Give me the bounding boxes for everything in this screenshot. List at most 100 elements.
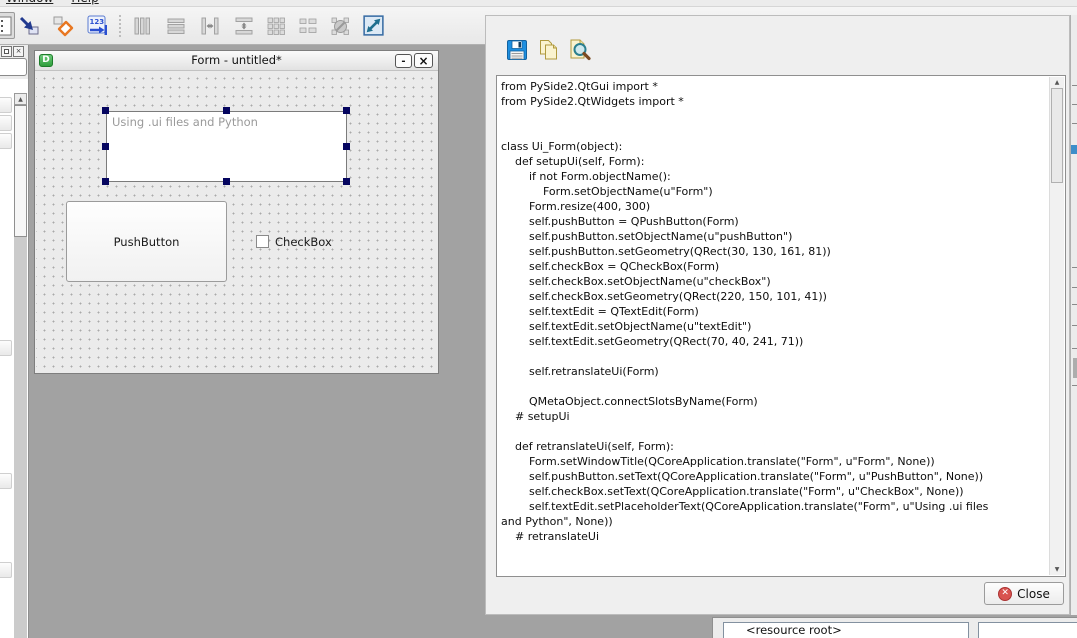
tree-branch-mark [1072,123,1077,124]
widget-box-panel: × ▲ [0,45,29,638]
break-layout-icon [328,14,352,38]
edit-widgets-button[interactable] [0,12,15,39]
scroll-up-button[interactable]: ▲ [1050,77,1064,88]
layout-splitter-vertical-icon [232,14,256,38]
list-item[interactable] [0,97,12,113]
list-item[interactable] [0,115,12,131]
find-code-button[interactable] [565,37,593,63]
break-layout-button [326,12,353,39]
menu-strip: Window Help [6,0,117,5]
float-icon [4,49,9,54]
tree-branch-mark [1072,325,1077,326]
selection-handle-n[interactable] [223,107,230,114]
list-item[interactable] [0,473,12,489]
close-button-label: Close [1017,587,1050,601]
triangle-down-icon: ▼ [1055,566,1060,573]
selection-handle-w[interactable] [102,143,109,150]
edit-buddies-button[interactable] [49,12,76,39]
layout-vertically-button [162,12,189,39]
tree-branch-mark [1072,348,1077,349]
tree-branch-mark [1072,304,1077,305]
adjust-size-icon [361,13,386,38]
layout-splitter-horizontal-button [196,12,223,39]
tree-branch-mark [1072,287,1077,288]
resource-root-label: <resource root> [746,623,842,637]
panel-float-button[interactable] [1,46,12,57]
tree-branch-mark [1072,385,1077,386]
selection-handle-nw[interactable] [102,107,109,114]
checkbox-label: CheckBox [275,235,332,249]
code-view[interactable]: from PySide2.QtGui import * from PySide2… [496,75,1066,577]
find-icon [566,38,592,62]
close-dialog-button[interactable]: ✕ Close [984,582,1064,605]
qt-designer-screen: Window Help 123 [0,0,1077,638]
copy-code-button[interactable] [535,37,563,63]
close-window-button[interactable]: × [414,53,433,68]
edit-tab-order-icon: 123 [85,14,109,38]
tree-branch-mark [1072,85,1077,86]
scroll-up-button[interactable]: ▲ [14,93,27,105]
layout-form-button [294,12,321,39]
scroll-down-button[interactable]: ▼ [1050,564,1064,575]
widget-filter-input[interactable] [0,58,27,76]
layout-horizontally-icon [130,14,154,38]
menu-help[interactable]: Help [71,0,98,5]
scrollbar-thumb[interactable] [14,105,27,237]
selection-handle-sw[interactable] [102,178,109,185]
textedit-widget[interactable]: Using .ui files and Python [106,111,347,182]
layout-grid-button [262,12,289,39]
resource-tree[interactable]: <resource root> [723,622,969,638]
resource-browser-window: <resource root> [712,617,1077,638]
textedit-placeholder: Using .ui files and Python [112,115,258,129]
code-text: from PySide2.QtGui import * from PySide2… [501,79,1047,574]
layout-form-icon [296,14,320,38]
list-item[interactable] [0,133,12,149]
edit-signals-slots-button[interactable] [15,12,42,39]
minimize-button[interactable]: - [395,54,412,68]
triangle-up-icon: ▲ [18,96,23,103]
save-code-button[interactable] [503,37,531,63]
layout-vertically-icon [164,14,188,38]
form-titlebar[interactable]: D Form - untitled* - × [35,51,438,71]
list-item[interactable] [0,340,12,356]
selection-handle-se[interactable] [343,178,350,185]
resource-detail-pane[interactable] [978,622,1077,638]
triangle-up-icon: ▲ [1055,79,1060,86]
menu-window[interactable]: Window [6,0,53,5]
edit-signals-slots-icon [17,14,41,38]
adjust-size-button[interactable] [360,12,387,39]
list-item[interactable] [0,562,12,578]
panel-scrollbar[interactable]: ▲ [14,93,27,638]
toolbar-separator [119,15,121,37]
form-window-title: Form - untitled* [35,53,438,67]
code-scrollbar[interactable]: ▲ ▼ [1049,77,1064,575]
menubar: Window Help [0,0,1077,7]
save-icon [505,38,529,62]
pushbutton-widget[interactable]: PushButton [66,201,227,282]
edit-buddies-icon [51,14,75,38]
panel-close-button[interactable]: × [13,46,24,57]
selection-handle-e[interactable] [343,143,350,150]
copy-icon [537,38,561,62]
layout-grid-icon [264,14,288,38]
code-preview-window: from PySide2.QtGui import * from PySide2… [485,15,1070,615]
edit-tab-order-button[interactable]: 123 [83,12,110,39]
layout-splitter-vertical-button [230,12,257,39]
layout-horizontally-button [128,12,155,39]
form-designer-window: D Form - untitled* - × Using .ui files a… [34,50,439,374]
selected-row-fragment [1071,145,1077,154]
form-canvas[interactable]: Using .ui files and Python PushButton Ch… [36,71,438,373]
selection-handle-s[interactable] [223,178,230,185]
edit-widgets-icon [0,14,14,38]
tree-branch-mark [1072,104,1077,105]
selection-handle-ne[interactable] [343,107,350,114]
scrollbar-thumb[interactable] [1051,88,1063,183]
scrollbar-thumb [1073,358,1077,378]
svg-text:123: 123 [89,18,104,26]
checkbox-widget[interactable]: CheckBox [256,221,357,262]
layout-splitter-horizontal-icon [198,14,222,38]
checkbox-indicator[interactable] [256,235,269,248]
background-panel-sliver [1070,15,1077,615]
close-circle-icon: ✕ [998,587,1012,601]
tree-branch-mark [1072,267,1077,268]
